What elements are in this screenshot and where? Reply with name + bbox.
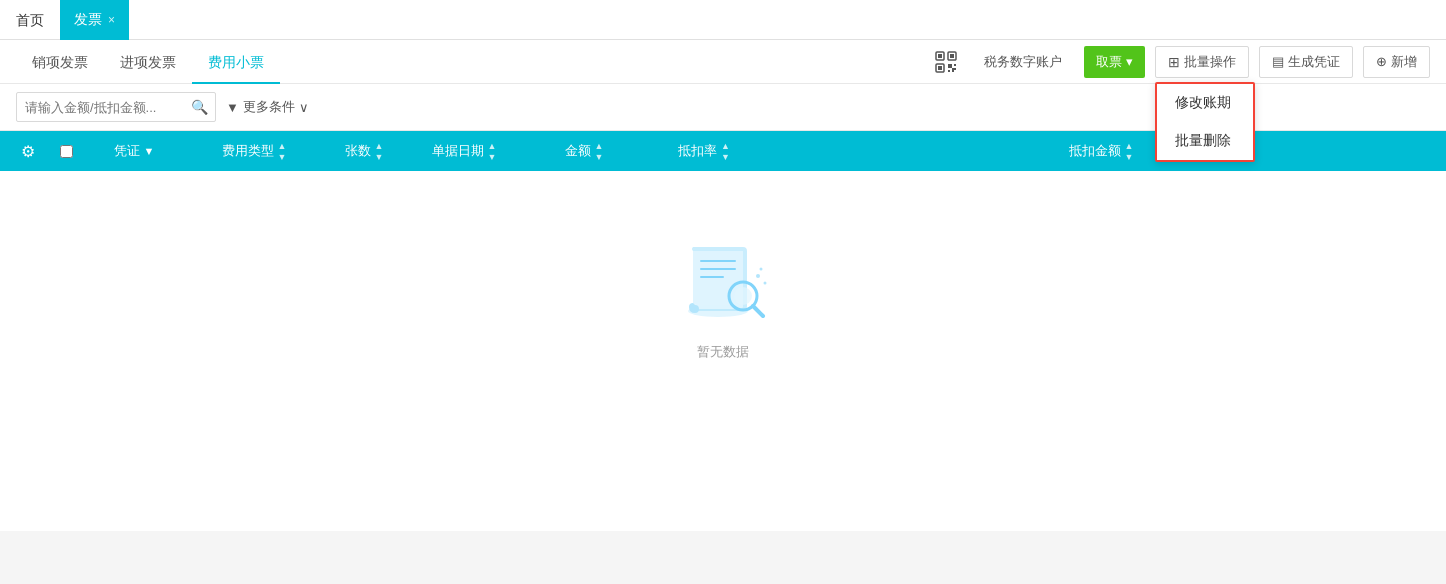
- gen-voucher-label: 生成凭证: [1288, 53, 1340, 71]
- batch-ops-icon: ⊞: [1168, 54, 1180, 70]
- svg-rect-9: [952, 68, 954, 72]
- th-expense-type: 费用类型 ▲ ▼: [184, 141, 324, 162]
- tab-expense-ticket[interactable]: 费用小票: [192, 40, 280, 84]
- svg-point-20: [760, 268, 763, 271]
- settings-icon[interactable]: ⚙: [21, 142, 35, 161]
- gen-voucher-button[interactable]: ▤ 生成凭证: [1259, 46, 1353, 78]
- more-conditions-button[interactable]: ▼ 更多条件 ∨: [226, 98, 309, 116]
- th-amount-label: 金额: [565, 142, 591, 160]
- select-all-checkbox[interactable]: [60, 145, 73, 158]
- svg-rect-10: [954, 68, 956, 70]
- tab-purchase-invoice[interactable]: 进项发票: [104, 40, 192, 84]
- amount-sort[interactable]: ▲ ▼: [595, 141, 604, 162]
- th-date-label: 单据日期: [432, 142, 484, 160]
- th-deduction-rate-label: 抵扣率: [678, 142, 717, 160]
- expense-type-sort[interactable]: ▲ ▼: [278, 141, 287, 162]
- add-new-button[interactable]: ⊕ 新增: [1363, 46, 1430, 78]
- sub-tabs-left: 销项发票 进项发票 费用小票: [16, 40, 280, 84]
- th-voucher-label: 凭证: [114, 142, 140, 160]
- batch-ops-dropdown: 修改账期 批量删除: [1155, 82, 1255, 162]
- batch-ops-button[interactable]: ⊞ 批量操作: [1155, 46, 1249, 78]
- date-sort[interactable]: ▲ ▼: [488, 141, 497, 162]
- th-settings: ⚙: [8, 142, 48, 161]
- tab-sales-invoice[interactable]: 销项发票: [16, 40, 104, 84]
- empty-state-icon: [663, 231, 783, 331]
- top-nav: 首页 发票 ×: [0, 0, 1446, 40]
- deduction-rate-sort[interactable]: ▲ ▼: [721, 141, 730, 162]
- th-checkbox: [48, 145, 84, 158]
- voucher-filter-icon[interactable]: ▼: [144, 145, 155, 157]
- add-new-icon: ⊕: [1376, 54, 1387, 69]
- svg-point-19: [764, 282, 767, 285]
- svg-rect-3: [950, 54, 954, 58]
- svg-rect-1: [938, 54, 942, 58]
- qr-code-button[interactable]: [930, 46, 962, 78]
- th-expense-type-label: 费用类型: [222, 142, 274, 160]
- count-sort[interactable]: ▲ ▼: [375, 141, 384, 162]
- svg-rect-8: [948, 70, 950, 72]
- gen-voucher-icon: ▤: [1272, 54, 1284, 69]
- search-icon[interactable]: 🔍: [191, 99, 208, 115]
- svg-rect-7: [954, 64, 956, 66]
- add-new-label: 新增: [1391, 53, 1417, 71]
- take-invoice-arrow-icon: ▾: [1126, 54, 1133, 69]
- more-conditions-arrow-icon: ∨: [299, 100, 309, 115]
- th-date: 单据日期 ▲ ▼: [404, 141, 524, 162]
- svg-point-16: [734, 287, 752, 305]
- take-invoice-label: 取票: [1096, 53, 1122, 71]
- content-area: ⚙ 凭证 ▼ 费用类型 ▲ ▼ 张数 ▲ ▼ 单据日期 ▲: [0, 131, 1446, 531]
- th-count-label: 张数: [345, 142, 371, 160]
- batch-ops-label: 批量操作: [1184, 53, 1236, 71]
- home-nav-item[interactable]: 首页: [0, 0, 60, 40]
- search-input[interactable]: [25, 100, 185, 115]
- filter-icon: ▼: [226, 100, 239, 115]
- svg-rect-6: [948, 64, 952, 68]
- th-deduction-amount-label: 抵扣金额: [1069, 142, 1121, 160]
- th-deduction-rate: 抵扣率 ▲ ▼: [644, 141, 764, 162]
- more-conditions-label: 更多条件: [243, 98, 295, 116]
- sub-tabs-right: 税务数字账户 取票 ▾ ⊞ 批量操作 修改账期 批量删除 ▤ 生成凭证 ⊕ 新增: [930, 46, 1430, 78]
- th-amount: 金额 ▲ ▼: [524, 141, 644, 162]
- invoice-tab[interactable]: 发票 ×: [60, 0, 129, 40]
- deduction-amount-sort[interactable]: ▲ ▼: [1125, 141, 1134, 162]
- close-tab-icon[interactable]: ×: [108, 13, 115, 27]
- tax-account-button[interactable]: 税务数字账户: [972, 46, 1074, 78]
- take-invoice-button[interactable]: 取票 ▾: [1084, 46, 1145, 78]
- empty-state-text: 暂无数据: [697, 343, 749, 361]
- th-deduction-amount: 抵扣金额 ▲ ▼: [764, 141, 1438, 162]
- invoice-tab-label: 发票: [74, 11, 102, 29]
- sub-tabs-bar: 销项发票 进项发票 费用小票 税务数字账户 取票 ▾: [0, 40, 1446, 84]
- svg-line-17: [753, 306, 763, 316]
- svg-point-18: [756, 274, 760, 278]
- th-count: 张数 ▲ ▼: [324, 141, 404, 162]
- batch-ops-wrapper: ⊞ 批量操作 修改账期 批量删除: [1155, 46, 1249, 78]
- search-input-wrap: 🔍: [16, 92, 216, 122]
- batch-delete-item[interactable]: 批量删除: [1157, 122, 1253, 160]
- modify-period-item[interactable]: 修改账期: [1157, 84, 1253, 122]
- svg-rect-5: [938, 66, 942, 70]
- empty-state: 暂无数据: [0, 171, 1446, 401]
- th-voucher: 凭证 ▼: [84, 142, 184, 160]
